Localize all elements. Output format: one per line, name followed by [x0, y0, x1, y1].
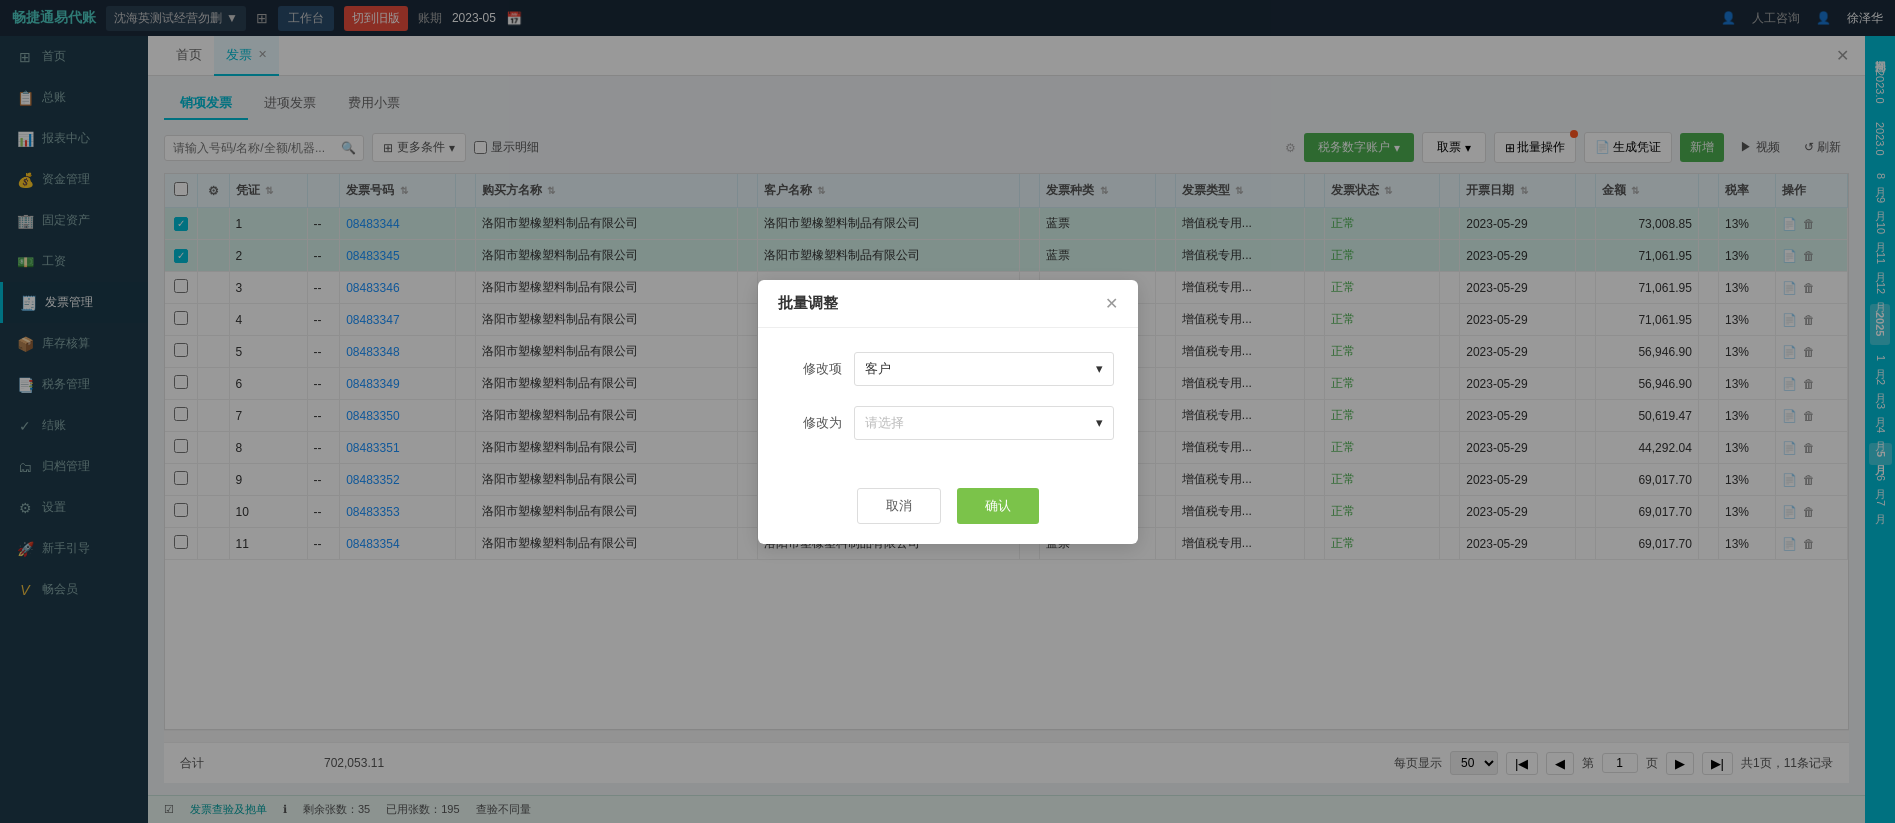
modal-title: 批量调整 — [778, 294, 838, 313]
modify-to-placeholder: 请选择 — [865, 414, 904, 432]
modify-field-label: 修改项 — [782, 360, 842, 378]
modify-to-row: 修改为 请选择 ▾ — [782, 406, 1114, 440]
modify-field-value: 客户 — [865, 360, 891, 378]
modify-field-select[interactable]: 客户 ▾ — [854, 352, 1114, 386]
modal-overlay[interactable]: 批量调整 ✕ 修改项 客户 ▾ 修改为 请选择 ▾ 取消 确认 — [0, 0, 1895, 823]
modify-to-label: 修改为 — [782, 414, 842, 432]
modal-confirm-btn[interactable]: 确认 — [957, 488, 1039, 524]
modal-footer: 取消 确认 — [758, 476, 1138, 544]
modal-header: 批量调整 ✕ — [758, 280, 1138, 328]
modify-to-chevron-icon: ▾ — [1096, 415, 1103, 430]
batch-adjust-modal: 批量调整 ✕ 修改项 客户 ▾ 修改为 请选择 ▾ 取消 确认 — [758, 280, 1138, 544]
modify-to-select[interactable]: 请选择 ▾ — [854, 406, 1114, 440]
modify-field-chevron-icon: ▾ — [1096, 361, 1103, 376]
modal-close-btn[interactable]: ✕ — [1105, 294, 1118, 313]
modal-cancel-btn[interactable]: 取消 — [857, 488, 941, 524]
modal-body: 修改项 客户 ▾ 修改为 请选择 ▾ — [758, 328, 1138, 476]
modify-field-row: 修改项 客户 ▾ — [782, 352, 1114, 386]
